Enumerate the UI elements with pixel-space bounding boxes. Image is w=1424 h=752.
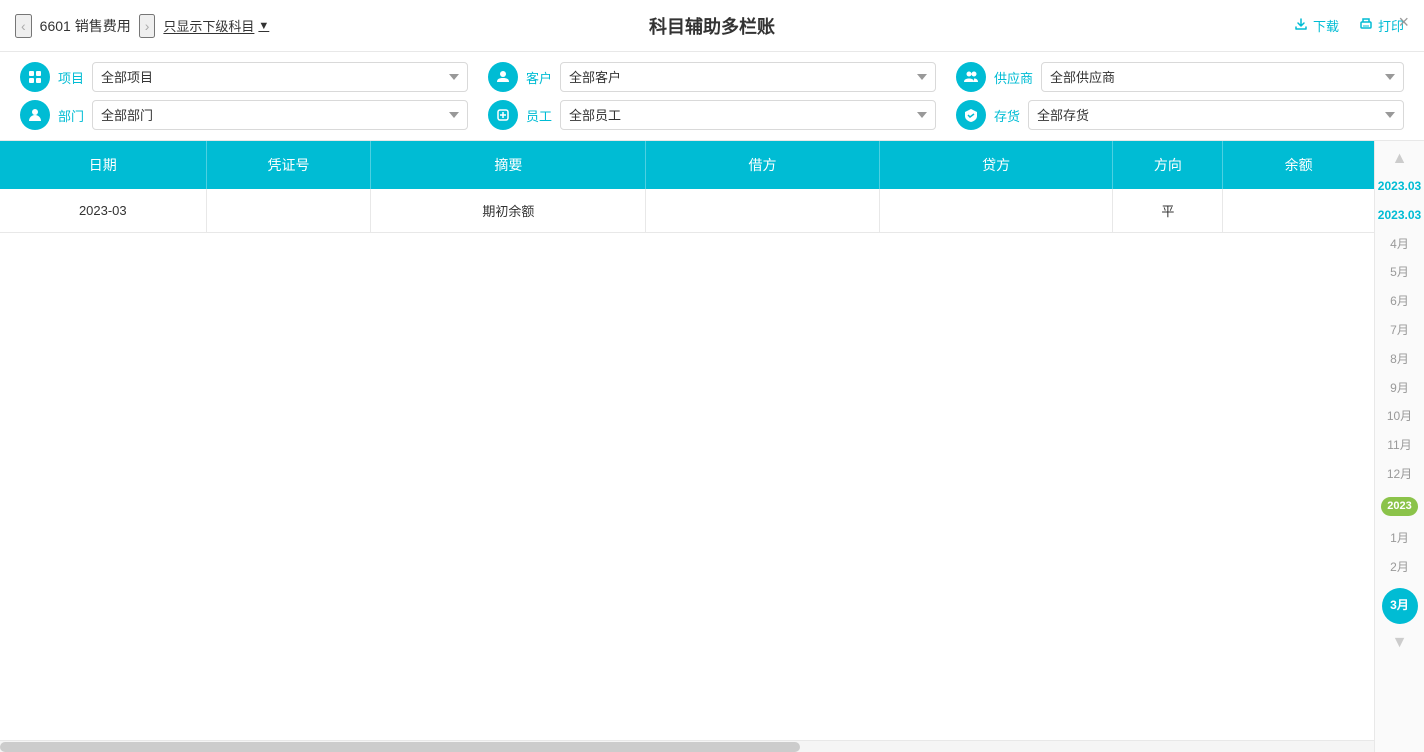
inventory-select[interactable]: 全部存货 xyxy=(1028,100,1404,130)
filter-area: 项目 全部项目 客户 全部客户 xyxy=(0,52,1424,141)
supplier-filter-group: 供应商 全部供应商 xyxy=(956,62,1404,92)
employee-label: 员工 xyxy=(526,106,552,125)
print-icon xyxy=(1359,17,1373,34)
sidebar-year-badge[interactable]: 2023 xyxy=(1381,497,1417,516)
show-sub-button[interactable]: 只显示下级科目 ▼ xyxy=(163,16,269,35)
sidebar-item-may[interactable]: 5月 xyxy=(1375,258,1424,287)
sidebar-item-feb[interactable]: 2月 xyxy=(1375,553,1424,582)
col-summary-header: 摘要 xyxy=(371,141,646,189)
cell-debit xyxy=(646,189,880,233)
right-sidebar: ▲ 2023.03 2023.03 4月 5月 6月 7月 8月 9月 10月 … xyxy=(1374,141,1424,752)
sidebar-item-november[interactable]: 11月 xyxy=(1375,431,1424,460)
ledger-table: 日期 凭证号 摘要 借方 贷方 方向 余额 2023-03 期初余额 xyxy=(0,141,1374,233)
titlebar: ‹ 6601 销售费用 › 只显示下级科目 ▼ 科目辅助多栏账 下载 xyxy=(0,0,1424,52)
sidebar-item-selected-1[interactable]: 2023.03 xyxy=(1375,172,1424,201)
customer-label: 客户 xyxy=(526,68,552,87)
sidebar-item-june[interactable]: 6月 xyxy=(1375,287,1424,316)
cell-credit xyxy=(879,189,1113,233)
sidebar-item-september[interactable]: 9月 xyxy=(1375,374,1424,403)
scrollbar-thumb[interactable] xyxy=(0,742,800,752)
download-button[interactable]: 下载 xyxy=(1294,16,1339,35)
show-sub-label: 只显示下级科目 xyxy=(163,16,254,35)
employee-icon xyxy=(488,100,518,130)
inventory-icon xyxy=(956,100,986,130)
sidebar-item-december[interactable]: 12月 xyxy=(1375,460,1424,489)
customer-select[interactable]: 全部客户 xyxy=(560,62,936,92)
project-filter-group: 项目 全部项目 xyxy=(20,62,468,92)
inventory-label: 存货 xyxy=(994,106,1020,125)
cell-voucher xyxy=(206,189,371,233)
nav-next-button[interactable]: › xyxy=(139,14,156,38)
titlebar-right: 下载 打印 × xyxy=(1294,16,1404,35)
customer-filter-group: 客户 全部客户 xyxy=(488,62,936,92)
titlebar-left: ‹ 6601 销售费用 › 只显示下级科目 ▼ xyxy=(15,14,269,38)
sidebar-item-selected-2[interactable]: 2023.03 xyxy=(1375,201,1424,230)
col-credit-header: 贷方 xyxy=(879,141,1113,189)
col-direction-header: 方向 xyxy=(1113,141,1223,189)
main-content: 日期 凭证号 摘要 借方 贷方 方向 余额 2023-03 期初余额 xyxy=(0,141,1424,752)
horizontal-scrollbar[interactable] xyxy=(0,740,1374,752)
chevron-down-icon: ▼ xyxy=(258,20,269,32)
table-area: 日期 凭证号 摘要 借方 贷方 方向 余额 2023-03 期初余额 xyxy=(0,141,1374,752)
sidebar-item-october[interactable]: 10月 xyxy=(1375,402,1424,431)
filter-row-1: 项目 全部项目 客户 全部客户 xyxy=(20,62,1404,92)
project-label: 项目 xyxy=(58,68,84,87)
cell-date: 2023-03 xyxy=(0,189,206,233)
col-balance-header: 余额 xyxy=(1223,141,1374,189)
sidebar-down-arrow[interactable]: ▼ xyxy=(1388,630,1412,656)
supplier-select[interactable]: 全部供应商 xyxy=(1041,62,1404,92)
account-code: 6601 销售费用 xyxy=(40,16,131,36)
sidebar-up-arrow[interactable]: ▲ xyxy=(1388,146,1412,172)
department-icon xyxy=(20,100,50,130)
print-button[interactable]: 打印 xyxy=(1359,16,1404,35)
sidebar-item-jan[interactable]: 1月 xyxy=(1375,524,1424,553)
col-date-header: 日期 xyxy=(0,141,206,189)
supplier-label: 供应商 xyxy=(994,68,1033,87)
sidebar-item-august[interactable]: 8月 xyxy=(1375,345,1424,374)
sidebar-item-july[interactable]: 7月 xyxy=(1375,316,1424,345)
supplier-icon xyxy=(956,62,986,92)
department-select[interactable]: 全部部门 xyxy=(92,100,468,130)
table-row[interactable]: 2023-03 期初余额 平 xyxy=(0,189,1374,233)
inventory-filter-group: 存货 全部存货 xyxy=(956,100,1404,130)
project-select[interactable]: 全部项目 xyxy=(92,62,468,92)
download-label: 下载 xyxy=(1313,16,1339,35)
main-window: ‹ 6601 销售费用 › 只显示下级科目 ▼ 科目辅助多栏账 下载 xyxy=(0,0,1424,752)
sidebar-item-april[interactable]: 4月 xyxy=(1375,230,1424,259)
employee-filter-group: 员工 全部员工 xyxy=(488,100,936,130)
customer-icon xyxy=(488,62,518,92)
close-button[interactable]: × xyxy=(1398,12,1409,33)
employee-select[interactable]: 全部员工 xyxy=(560,100,936,130)
department-label: 部门 xyxy=(58,106,84,125)
cell-direction: 平 xyxy=(1113,189,1223,233)
col-voucher-header: 凭证号 xyxy=(206,141,371,189)
sidebar-item-march-active[interactable]: 3月 xyxy=(1382,588,1418,624)
filter-row-2: 部门 全部部门 员工 全部员工 xyxy=(20,100,1404,130)
nav-prev-button[interactable]: ‹ xyxy=(15,14,32,38)
project-icon xyxy=(20,62,50,92)
department-filter-group: 部门 全部部门 xyxy=(20,100,468,130)
cell-summary: 期初余额 xyxy=(371,189,646,233)
table-header-row: 日期 凭证号 摘要 借方 贷方 方向 余额 xyxy=(0,141,1374,189)
download-icon xyxy=(1294,17,1308,34)
page-title: 科目辅助多栏账 xyxy=(649,13,775,39)
col-debit-header: 借方 xyxy=(646,141,880,189)
cell-balance xyxy=(1223,189,1374,233)
